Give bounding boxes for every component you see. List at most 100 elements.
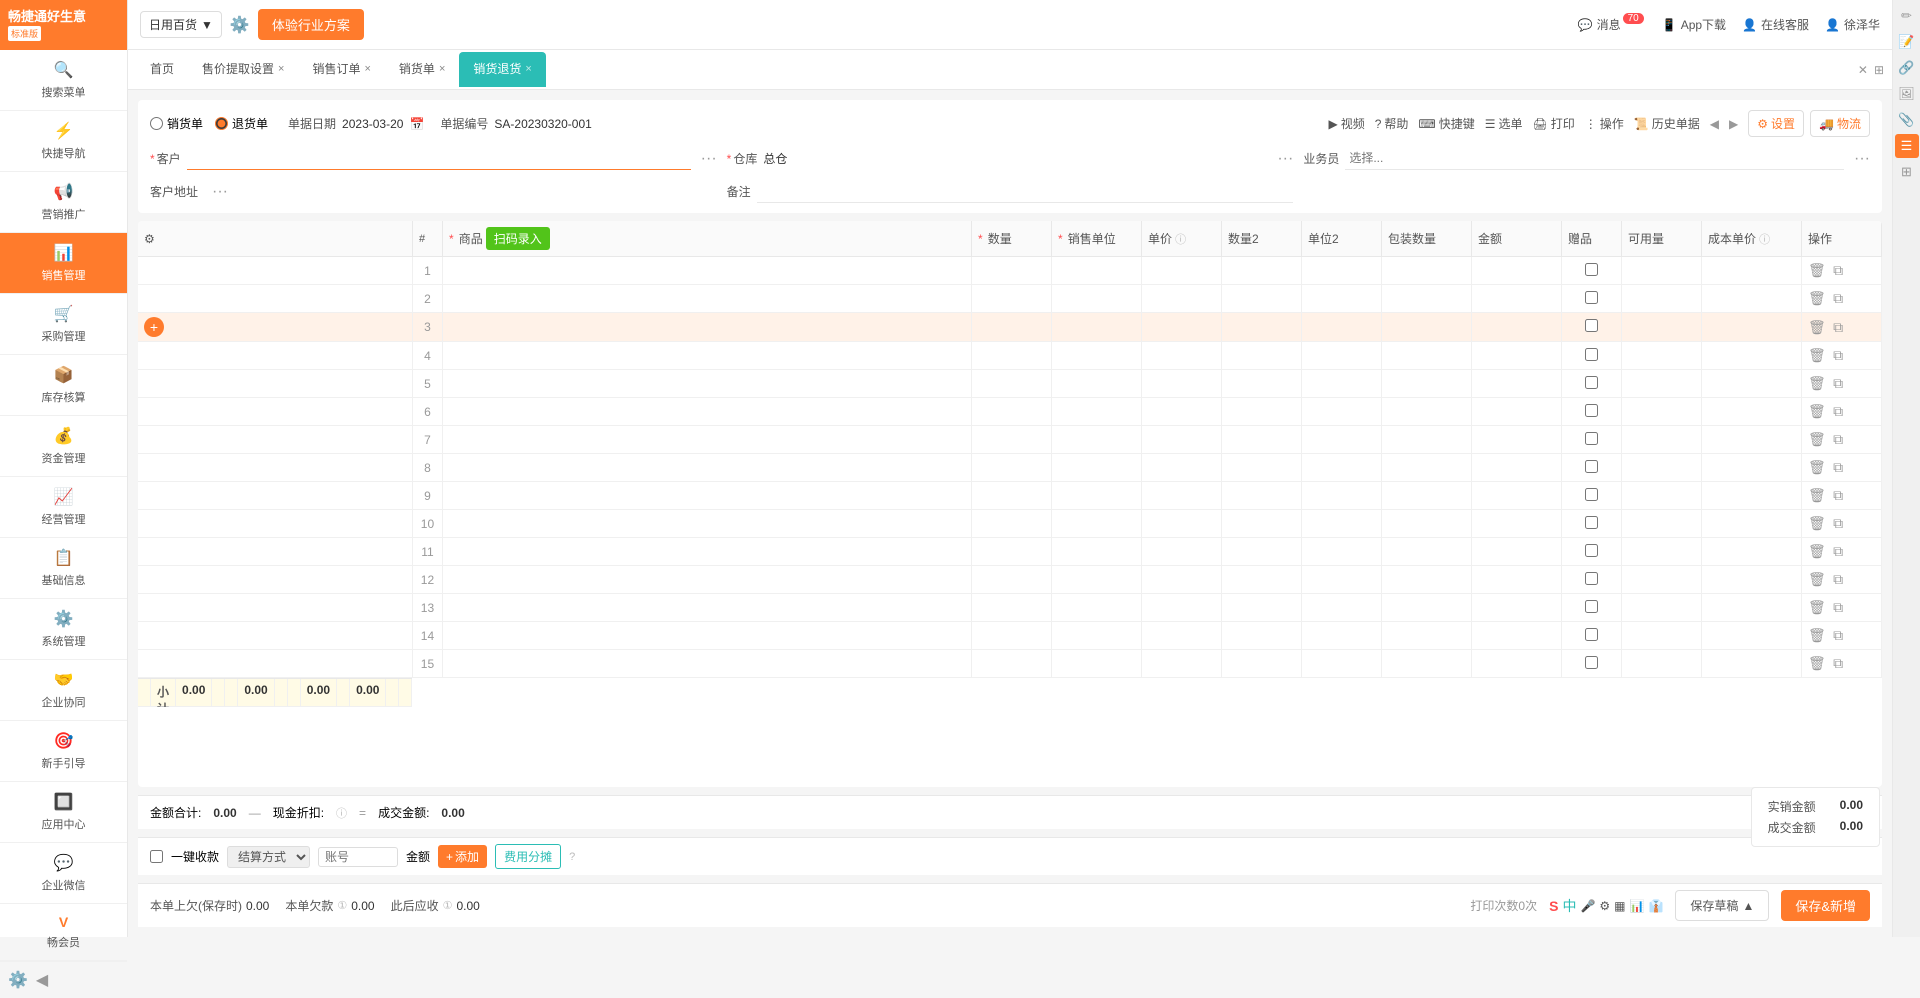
- row-qty[interactable]: [972, 510, 1052, 538]
- tab-sales-delivery-close[interactable]: ×: [439, 63, 445, 75]
- row-available[interactable]: [1622, 398, 1702, 426]
- radio-sale-bill[interactable]: 销货单: [150, 115, 203, 132]
- row-cost-price[interactable]: [1702, 370, 1802, 398]
- row-price[interactable]: [1142, 594, 1222, 622]
- row-pkg-qty[interactable]: [1382, 594, 1472, 622]
- industry-selector[interactable]: 日用百货 ▼: [140, 11, 222, 38]
- delete-row-icon[interactable]: 🗑: [1808, 431, 1826, 447]
- row-available[interactable]: [1622, 622, 1702, 650]
- row-unit[interactable]: [1052, 650, 1142, 678]
- prev-history-icon[interactable]: ◀: [1710, 117, 1719, 131]
- copy-row-icon[interactable]: ⧉: [1833, 375, 1843, 391]
- copy-row-icon[interactable]: ⧉: [1833, 627, 1843, 643]
- sidebar-item-appstore[interactable]: 🔲 应用中心: [0, 782, 127, 843]
- row-pkg-qty[interactable]: [1382, 285, 1472, 313]
- row-qty2[interactable]: [1222, 342, 1302, 370]
- col-gear-icon[interactable]: ⚙: [144, 232, 155, 246]
- row-product[interactable]: [442, 342, 971, 370]
- try-solution-button[interactable]: 体验行业方案: [258, 9, 364, 40]
- row-cost-price[interactable]: [1702, 650, 1802, 678]
- copy-row-icon[interactable]: ⧉: [1833, 543, 1843, 559]
- row-unit[interactable]: [1052, 538, 1142, 566]
- delete-row-icon[interactable]: 🗑: [1808, 515, 1826, 531]
- row-unit[interactable]: [1052, 454, 1142, 482]
- sidebar-item-sales[interactable]: 📊 销售管理: [0, 233, 127, 294]
- row-price[interactable]: [1142, 285, 1222, 313]
- gift-checkbox[interactable]: [1585, 263, 1598, 276]
- sidebar-item-basic[interactable]: 📋 基础信息: [0, 538, 127, 599]
- row-unit[interactable]: [1052, 313, 1142, 342]
- row-amount[interactable]: [1472, 594, 1562, 622]
- row-qty2[interactable]: [1222, 313, 1302, 342]
- row-available[interactable]: [1622, 454, 1702, 482]
- radio-return-input[interactable]: [215, 117, 228, 130]
- row-cost-price[interactable]: [1702, 398, 1802, 426]
- row-unit[interactable]: [1052, 257, 1142, 285]
- tab-sales-return-close[interactable]: ×: [525, 63, 531, 75]
- row-product[interactable]: [442, 285, 971, 313]
- next-history-icon[interactable]: ▶: [1729, 117, 1738, 131]
- row-price[interactable]: [1142, 398, 1222, 426]
- row-unit2[interactable]: [1302, 454, 1382, 482]
- delete-row-icon[interactable]: 🗑: [1808, 655, 1826, 671]
- copy-row-icon[interactable]: ⧉: [1833, 290, 1843, 306]
- row-product[interactable]: [442, 650, 971, 678]
- gift-checkbox[interactable]: [1585, 432, 1598, 445]
- row-available[interactable]: [1622, 313, 1702, 342]
- row-qty[interactable]: [972, 454, 1052, 482]
- gift-checkbox[interactable]: [1585, 488, 1598, 501]
- row-price[interactable]: [1142, 257, 1222, 285]
- sidebar-item-vip[interactable]: V 畅会员: [0, 904, 127, 961]
- row-price[interactable]: [1142, 650, 1222, 678]
- row-pkg-qty[interactable]: [1382, 454, 1472, 482]
- delete-row-icon[interactable]: 🗑: [1808, 319, 1826, 335]
- delete-row-icon[interactable]: 🗑: [1808, 571, 1826, 587]
- row-qty[interactable]: [972, 482, 1052, 510]
- row-qty[interactable]: [972, 342, 1052, 370]
- row-pkg-qty[interactable]: [1382, 257, 1472, 285]
- row-qty[interactable]: [972, 426, 1052, 454]
- gift-checkbox[interactable]: [1585, 516, 1598, 529]
- gift-checkbox[interactable]: [1585, 319, 1598, 332]
- sidebar-item-guide[interactable]: 🎯 新手引导: [0, 721, 127, 782]
- row-available[interactable]: [1622, 370, 1702, 398]
- select-btn[interactable]: ☰ 选单: [1485, 115, 1523, 132]
- gift-checkbox[interactable]: [1585, 544, 1598, 557]
- row-available[interactable]: [1622, 285, 1702, 313]
- row-amount[interactable]: [1472, 454, 1562, 482]
- row-amount[interactable]: [1472, 285, 1562, 313]
- row-unit2[interactable]: [1302, 313, 1382, 342]
- row-pkg-qty[interactable]: [1382, 538, 1472, 566]
- row-qty[interactable]: [972, 622, 1052, 650]
- tab-sales-return[interactable]: 销货退货 ×: [459, 52, 545, 87]
- row-unit2[interactable]: [1302, 538, 1382, 566]
- row-unit[interactable]: [1052, 398, 1142, 426]
- row-price[interactable]: [1142, 313, 1222, 342]
- row-qty2[interactable]: [1222, 454, 1302, 482]
- row-amount[interactable]: [1472, 482, 1562, 510]
- row-unit[interactable]: [1052, 482, 1142, 510]
- row-qty[interactable]: [972, 566, 1052, 594]
- row-pkg-qty[interactable]: [1382, 482, 1472, 510]
- row-amount[interactable]: [1472, 650, 1562, 678]
- row-product[interactable]: [442, 622, 971, 650]
- row-unit2[interactable]: [1302, 398, 1382, 426]
- row-pkg-qty[interactable]: [1382, 313, 1472, 342]
- copy-row-icon[interactable]: ⧉: [1833, 655, 1843, 671]
- row-pkg-qty[interactable]: [1382, 426, 1472, 454]
- row-product[interactable]: [442, 566, 971, 594]
- copy-row-icon[interactable]: ⧉: [1833, 262, 1843, 278]
- salesperson-input[interactable]: [1345, 147, 1844, 170]
- remark-input[interactable]: [757, 180, 1294, 203]
- row-product[interactable]: [442, 482, 971, 510]
- product-input[interactable]: [449, 320, 965, 334]
- row-price[interactable]: [1142, 538, 1222, 566]
- close-tab-icon[interactable]: ✕: [1858, 63, 1868, 77]
- row-amount[interactable]: [1472, 566, 1562, 594]
- row-price[interactable]: [1142, 566, 1222, 594]
- operate-btn[interactable]: ⋮ 操作: [1585, 115, 1624, 132]
- salesperson-picker-icon[interactable]: ···: [1854, 150, 1870, 168]
- copy-row-icon[interactable]: ⧉: [1833, 571, 1843, 587]
- row-cost-price[interactable]: [1702, 454, 1802, 482]
- row-qty2[interactable]: [1222, 370, 1302, 398]
